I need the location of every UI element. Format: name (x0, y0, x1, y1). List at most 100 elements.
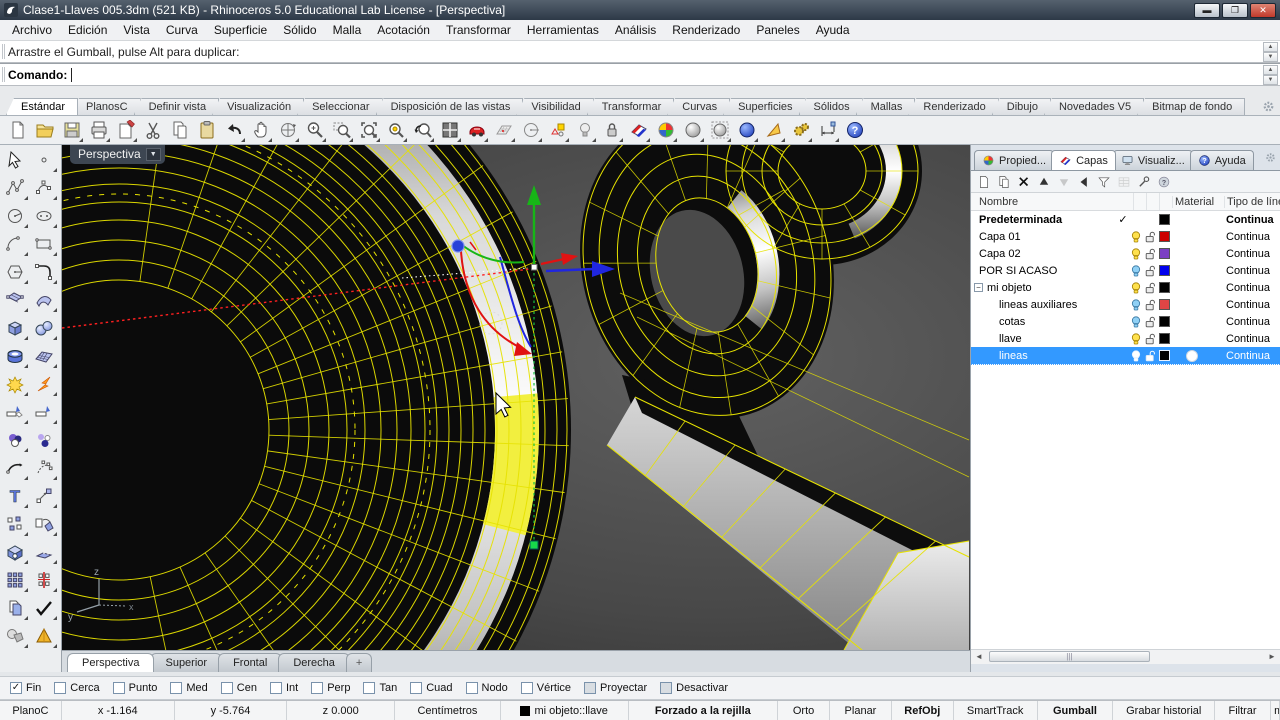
status-toggle-uso-de-memo[interactable]: Uso de memo... (1271, 701, 1280, 720)
layer-bulb-icon[interactable] (1129, 332, 1143, 345)
filter-button[interactable] (1095, 173, 1112, 190)
paste-button[interactable] (194, 118, 219, 143)
checkbox-icon[interactable] (269, 682, 282, 694)
toolbar-tab-visualización[interactable]: Visualización (212, 98, 305, 115)
status-toggle-grabar-historial[interactable]: Grabar historial (1113, 701, 1216, 720)
panel-tab-visualiz[interactable]: Visualiz... (1112, 150, 1193, 170)
scrollbar-track[interactable] (987, 650, 1264, 664)
current-layer-check[interactable]: ✓ (1117, 213, 1129, 226)
status-toggle-refobj[interactable]: RefObj (892, 701, 954, 720)
menu-transformar[interactable]: Transformar (438, 21, 519, 39)
layer-linetype[interactable]: Continua (1224, 350, 1280, 362)
osnap-tan[interactable]: Tan (363, 682, 397, 694)
layer-lock-icon[interactable] (1143, 316, 1157, 328)
boolean-union-button[interactable] (2, 427, 29, 453)
checkbox-icon[interactable] (311, 682, 324, 694)
menu-renderizado[interactable]: Renderizado (664, 21, 748, 39)
print-button[interactable] (86, 118, 111, 143)
layer-linetype[interactable]: Continua (1224, 214, 1280, 226)
surface-from-points-button[interactable] (2, 287, 29, 313)
lock-objects-button[interactable] (599, 118, 624, 143)
drag-grip[interactable] (2, 67, 5, 82)
shade-options-button[interactable] (707, 118, 732, 143)
status-toggle-forzado-a-la-rejilla[interactable]: Forzado a la rejilla (629, 701, 779, 720)
layer-color-swatch[interactable] (1159, 333, 1170, 344)
minimize-button[interactable]: ▬ (1194, 2, 1220, 18)
layer-lock-icon[interactable] (1143, 231, 1157, 243)
scroll-up-icon[interactable]: ▲ (1263, 42, 1278, 52)
toolbar-tab-superficies[interactable]: Superficies (723, 98, 806, 115)
command-spinner[interactable]: ▲ ▼ (1263, 65, 1278, 85)
toolbar-tab-renderizado[interactable]: Renderizado (908, 98, 999, 115)
panel-tab-propied[interactable]: Propied... (974, 150, 1055, 170)
hide-objects-button[interactable] (572, 118, 597, 143)
layer-list-empty-area[interactable] (971, 366, 1280, 649)
pyramid-button[interactable] (31, 623, 58, 649)
osnap-med[interactable]: Med (170, 682, 208, 694)
menu-paneles[interactable]: Paneles (748, 21, 807, 39)
zoom-extents-button[interactable] (356, 118, 381, 143)
new-layer-button[interactable] (975, 173, 992, 190)
layer-lock-icon[interactable] (1143, 248, 1157, 260)
toolbar-tab-sólidos[interactable]: Sólidos (798, 98, 863, 115)
status-cplane[interactable]: PlanoC (0, 701, 62, 720)
tools-button[interactable] (1135, 173, 1152, 190)
object-color-button[interactable] (653, 118, 678, 143)
menu-superficie[interactable]: Superficie (206, 21, 275, 39)
layer-row-capa-02[interactable]: Capa 02 Continua (971, 245, 1280, 262)
zoom-selected-button[interactable] (383, 118, 408, 143)
layer-linetype[interactable]: Continua (1224, 333, 1280, 345)
osnap-nodo[interactable]: Nodo (465, 682, 508, 694)
status-toggle-planar[interactable]: Planar (830, 701, 892, 720)
drag-grip[interactable] (2, 44, 5, 59)
box-button[interactable] (2, 315, 29, 341)
history-scroll[interactable]: ▲ ▼ (1263, 42, 1278, 62)
undo-button[interactable] (221, 118, 246, 143)
menu-malla[interactable]: Malla (325, 21, 370, 39)
layer-material-icon[interactable] (1186, 349, 1198, 362)
point-button[interactable] (31, 147, 58, 173)
layer-lock-icon[interactable] (1143, 333, 1157, 345)
toolbar-tab-curvas[interactable]: Curvas (667, 98, 731, 115)
layer-linetype[interactable]: Continua (1224, 316, 1280, 328)
column-nombre[interactable]: Nombre (971, 196, 1133, 208)
checkbox-icon[interactable] (363, 682, 376, 694)
layer-lock-icon[interactable] (1143, 282, 1157, 294)
dimension-button[interactable] (815, 118, 840, 143)
curved-surface-button[interactable] (31, 287, 58, 313)
extend-curve-button[interactable] (2, 455, 29, 481)
status-toggle-orto[interactable]: Orto (778, 701, 831, 720)
horizontal-scrollbar[interactable]: ◄ ► (971, 649, 1280, 664)
undo-view-button[interactable] (410, 118, 435, 143)
status-x-coordinate[interactable]: x -1.164 (62, 701, 175, 720)
toolbar-tab-seleccionar[interactable]: Seleccionar (297, 98, 383, 115)
panel-tab-capas[interactable]: Capas (1051, 150, 1116, 170)
menu-archivo[interactable]: Archivo (4, 21, 60, 39)
scrollbar-thumb[interactable] (989, 651, 1150, 662)
spheres-button[interactable] (31, 315, 58, 341)
layer-color-swatch[interactable] (1159, 231, 1170, 242)
osnap-cerca[interactable]: Cerca (54, 682, 100, 694)
toolbar-tab-definir-vista[interactable]: Definir vista (133, 98, 220, 115)
help-button[interactable]: ? (842, 118, 867, 143)
layer-bulb-icon[interactable] (1129, 247, 1143, 260)
layer-row-llave[interactable]: llave Continua (971, 330, 1280, 347)
checkbox-icon[interactable] (520, 682, 533, 694)
column-tipo-de-linea[interactable]: Tipo de línea (1224, 195, 1280, 208)
select-button[interactable] (2, 147, 29, 173)
selection-filter-button[interactable] (545, 118, 570, 143)
layer-row-mi-objeto[interactable]: − mi objeto Continua (971, 279, 1280, 296)
polyline-button[interactable] (2, 175, 29, 201)
edit-layers-button[interactable] (626, 118, 651, 143)
rectangle-button[interactable] (31, 231, 58, 257)
cut-button[interactable] (140, 118, 165, 143)
array-rect-button[interactable] (2, 567, 29, 593)
ellipse-button[interactable] (31, 203, 58, 229)
checkbox-icon[interactable] (220, 682, 233, 694)
status-z-coordinate[interactable]: z 0.000 (287, 701, 396, 720)
status-toggle-gumball[interactable]: Gumball (1038, 701, 1114, 720)
viewport-tab-derecha[interactable]: Derecha (278, 653, 350, 672)
layer-row-predeterminada[interactable]: Predeterminada ✓ Continua (971, 211, 1280, 228)
menu-herramientas[interactable]: Herramientas (519, 21, 607, 39)
delete-layer-button[interactable] (1015, 173, 1032, 190)
